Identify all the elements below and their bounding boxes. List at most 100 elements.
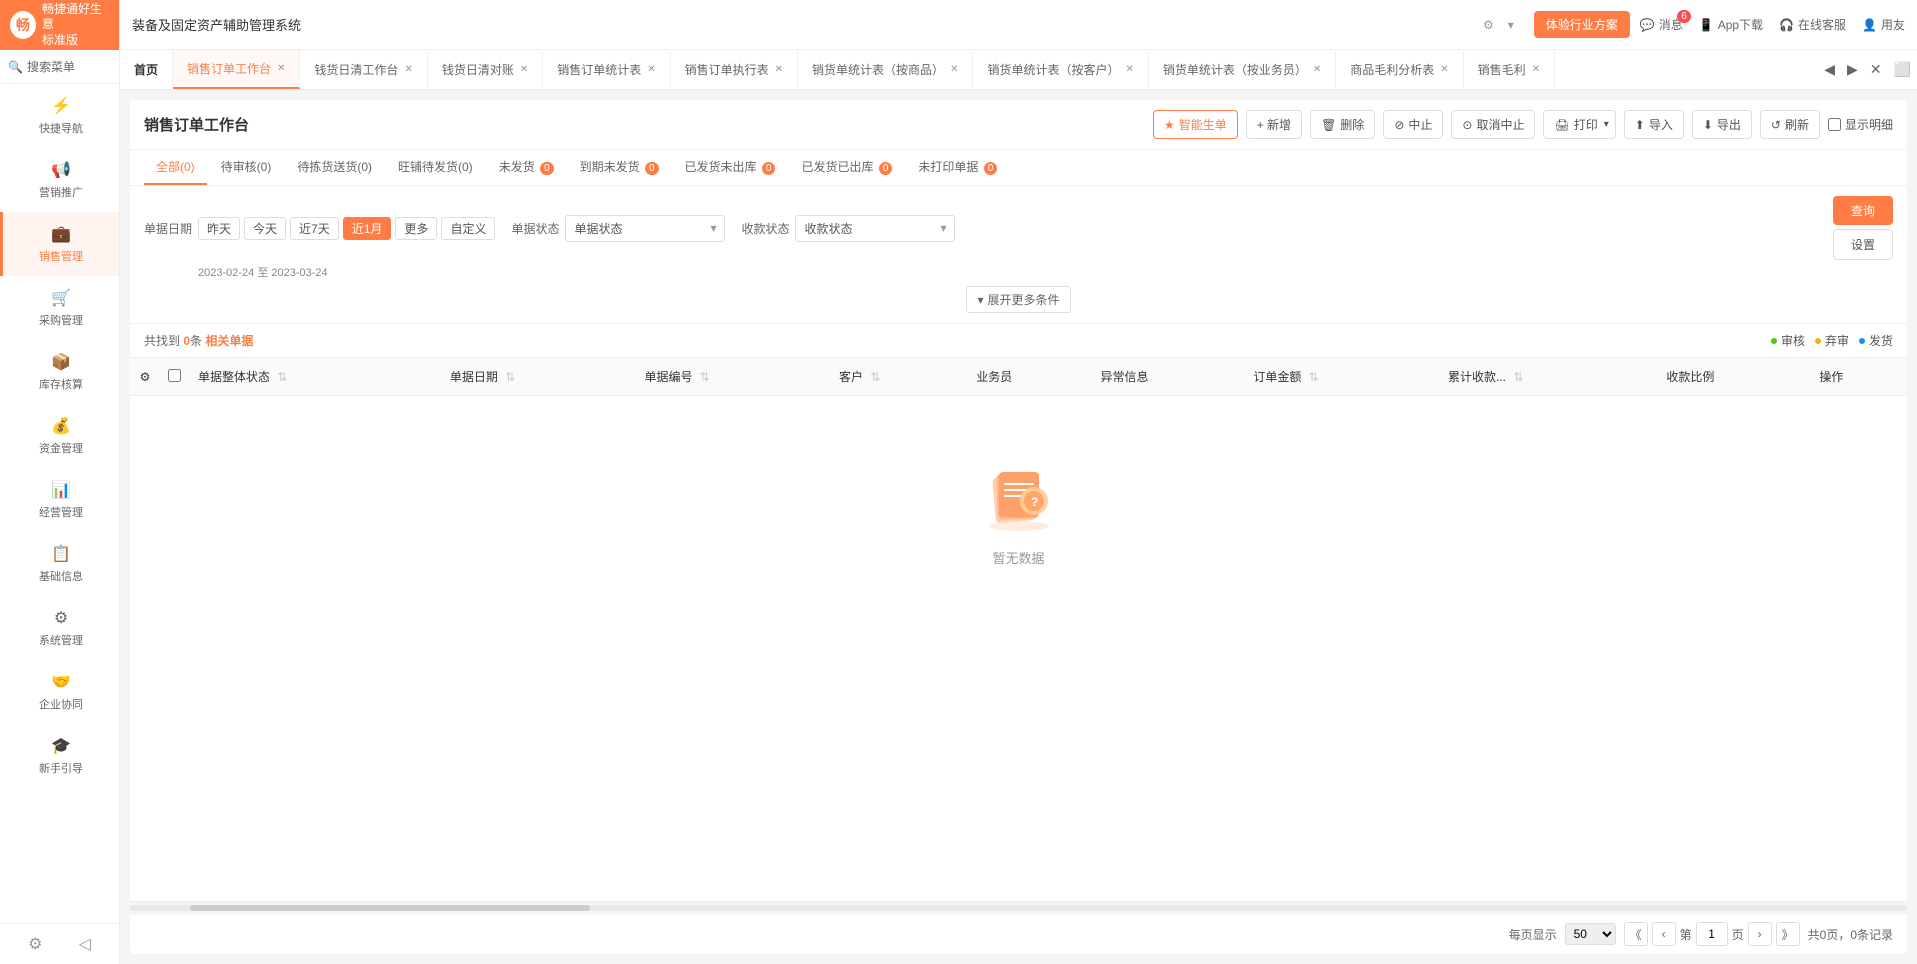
message-icon-item[interactable]: 💬 消息 6 [1640,16,1683,33]
sidebar-item-finance[interactable]: 💰 资金管理 [0,404,119,468]
payment-select-arrow: ▾ [940,221,946,235]
sidebar-item-purchase[interactable]: 🛒 采购管理 [0,276,119,340]
tab-sales-stats-close[interactable]: ✕ [647,64,655,75]
settings-bottom-icon[interactable]: ⚙ [28,934,42,954]
tab-sales-order[interactable]: 销售订单工作台 ✕ [173,50,300,89]
query-btn[interactable]: 查询 [1833,196,1893,225]
per-page-select[interactable]: 50 100 200 [1565,923,1616,945]
table-container: ⚙ 单据整体状态 ⇅ 单据日期 ⇅ [130,358,1907,901]
topbar-settings-icon[interactable]: ⚙ [1483,18,1494,32]
tab-nav-next[interactable]: ▶ [1841,61,1864,78]
sub-tab-pending-audit[interactable]: 待审核(0) [209,150,284,185]
page-prev-btn[interactable]: ‹ [1652,922,1676,946]
tab-maximize[interactable]: ⬜ [1888,61,1917,78]
sidebar-item-operations[interactable]: 📊 经营管理 [0,468,119,532]
user-item[interactable]: 👤 用友 [1862,16,1905,33]
industry-btn[interactable]: 体验行业方案 [1534,11,1630,38]
status-select[interactable]: 单据状态 ▾ [565,215,725,242]
cancel-suspend-btn[interactable]: ⊙ 取消中止 [1451,110,1535,139]
tab-cash-daily[interactable]: 钱货日清工作台 ✕ [300,51,427,88]
dropdown-arrow-icon[interactable]: ▾ [1508,18,1514,32]
payment-select[interactable]: 收款状态 ▾ [795,215,955,242]
sidebar-item-system[interactable]: ⚙ 系统管理 [0,596,119,660]
set-btn[interactable]: 设置 [1833,229,1893,260]
tab-sales-exec[interactable]: 销售订单执行表 ✕ [671,51,798,88]
sub-tab-shipped-out[interactable]: 已发货已出库 0 [789,150,904,185]
sort-received-icon[interactable]: ⇅ [1513,370,1523,384]
sort-date-icon[interactable]: ⇅ [505,370,515,384]
sub-tab-pending-inspect[interactable]: 待拣货送货(0) [285,150,384,185]
online-service-item[interactable]: 🎧 在线客服 [1779,16,1846,33]
page-input[interactable]: 1 [1696,922,1728,946]
sidebar-item-newbie[interactable]: 🎓 新手引导 [0,724,119,788]
add-btn[interactable]: + 新增 [1246,110,1302,139]
show-detail-checkbox-label[interactable]: 显示明细 [1828,116,1893,133]
collapse-sidebar-btn[interactable]: ◁ [79,934,91,954]
sidebar-item-collab[interactable]: 🤝 企业协同 [0,660,119,724]
tab-nav-prev[interactable]: ◀ [1818,61,1841,78]
tab-sales-more-close[interactable]: ✕ [1532,64,1540,75]
tab-cash-reconcile[interactable]: 钱货日清对账 ✕ [428,51,543,88]
date-custom[interactable]: 自定义 [441,217,495,240]
sidebar-item-sales[interactable]: 💼 销售管理 [0,212,119,276]
sub-tab-wangpu[interactable]: 旺铺待发货(0) [386,150,485,185]
tab-sales-summary-staff[interactable]: 销货单统计表（按业务员） ✕ [1149,51,1336,88]
tab-summary-customer-close[interactable]: ✕ [1125,64,1133,75]
sort-customer-icon[interactable]: ⇅ [870,370,880,384]
tab-home[interactable]: 首页 [120,51,173,88]
date-yesterday[interactable]: 昨天 [198,217,240,240]
sub-tab-expired-not-shipped[interactable]: 到期未发货 0 [568,150,671,185]
sub-tab-not-printed[interactable]: 未打印单据 0 [906,150,1009,185]
page-last-btn[interactable]: 》 [1776,922,1800,946]
sort-status-icon[interactable]: ⇅ [277,370,287,384]
search-menu[interactable]: 🔍 搜索菜单 [0,50,119,84]
date-today[interactable]: 今天 [244,217,286,240]
tab-sales-stats[interactable]: 销售订单统计表 ✕ [543,51,670,88]
tab-summary-staff-close[interactable]: ✕ [1313,64,1321,75]
show-detail-checkbox[interactable] [1828,118,1841,131]
tab-cash-reconcile-close[interactable]: ✕ [520,64,528,75]
sub-tab-not-shipped[interactable]: 未发货 0 [487,150,566,185]
print-btn[interactable]: 🖨 打印 ▾ [1543,110,1615,139]
tab-sales-exec-close[interactable]: ✕ [775,64,783,75]
smart-btn[interactable]: ★ 智能生单 [1153,110,1238,139]
col-settings[interactable]: ⚙ [130,358,160,396]
tab-summary-product-close[interactable]: ✕ [950,64,958,75]
tab-sales-more[interactable]: 销售毛利 ✕ [1464,51,1555,88]
sidebar-item-marketing[interactable]: 📢 营销推广 [0,148,119,212]
scrollbar-area[interactable] [130,901,1907,913]
batch-audit-btn[interactable]: 审核 [1771,332,1805,349]
date-7days[interactable]: 近7天 [290,217,339,240]
suspend-btn[interactable]: ⊘ 中止 [1383,110,1443,139]
import-btn[interactable]: ⬆ 导入 [1624,110,1684,139]
tab-sales-order-close[interactable]: ✕ [277,63,285,74]
tab-close-all[interactable]: ✕ [1864,61,1888,78]
sidebar-item-quick-nav[interactable]: ⚡ 快捷导航 [0,84,119,148]
app-download-item[interactable]: 📱 App下载 [1699,16,1763,33]
sort-amount-icon[interactable]: ⇅ [1309,370,1319,384]
sub-tab-all[interactable]: 全部(0) [144,150,207,185]
tab-sales-summary-customer[interactable]: 销货单统计表（按客户） ✕ [973,51,1148,88]
sidebar-item-inventory[interactable]: 📦 库存核算 [0,340,119,404]
sort-number-icon[interactable]: ⇅ [700,370,710,384]
batch-cancel-audit-btn[interactable]: 弃审 [1815,332,1849,349]
tab-cash-daily-close[interactable]: ✕ [404,64,412,75]
scrollbar-thumb[interactable] [190,905,590,911]
col-checkbox[interactable] [160,358,190,396]
refresh-btn[interactable]: ↺ 刷新 [1760,110,1820,139]
date-1month[interactable]: 近1月 [343,217,392,240]
page-next-btn[interactable]: › [1748,922,1772,946]
page-first-btn[interactable]: 《 [1624,922,1648,946]
expand-btn[interactable]: ▾ 展开更多条件 [966,286,1070,313]
tab-gross-margin-close[interactable]: ✕ [1440,64,1448,75]
export-btn[interactable]: ⬇ 导出 [1692,110,1752,139]
sub-tab-shipped-not-out[interactable]: 已发货未出库 0 [673,150,788,185]
sidebar-item-basic-info[interactable]: 📋 基础信息 [0,532,119,596]
tab-sales-summary-product[interactable]: 销货单统计表（按商品） ✕ [798,51,973,88]
delete-btn[interactable]: 🗑 删除 [1310,110,1375,139]
date-more[interactable]: 更多 [395,217,437,240]
search-icon: 🔍 [8,60,23,74]
batch-ship-btn[interactable]: 发货 [1859,332,1893,349]
select-all-checkbox[interactable] [168,369,181,382]
tab-gross-margin[interactable]: 商品毛利分析表 ✕ [1336,51,1463,88]
